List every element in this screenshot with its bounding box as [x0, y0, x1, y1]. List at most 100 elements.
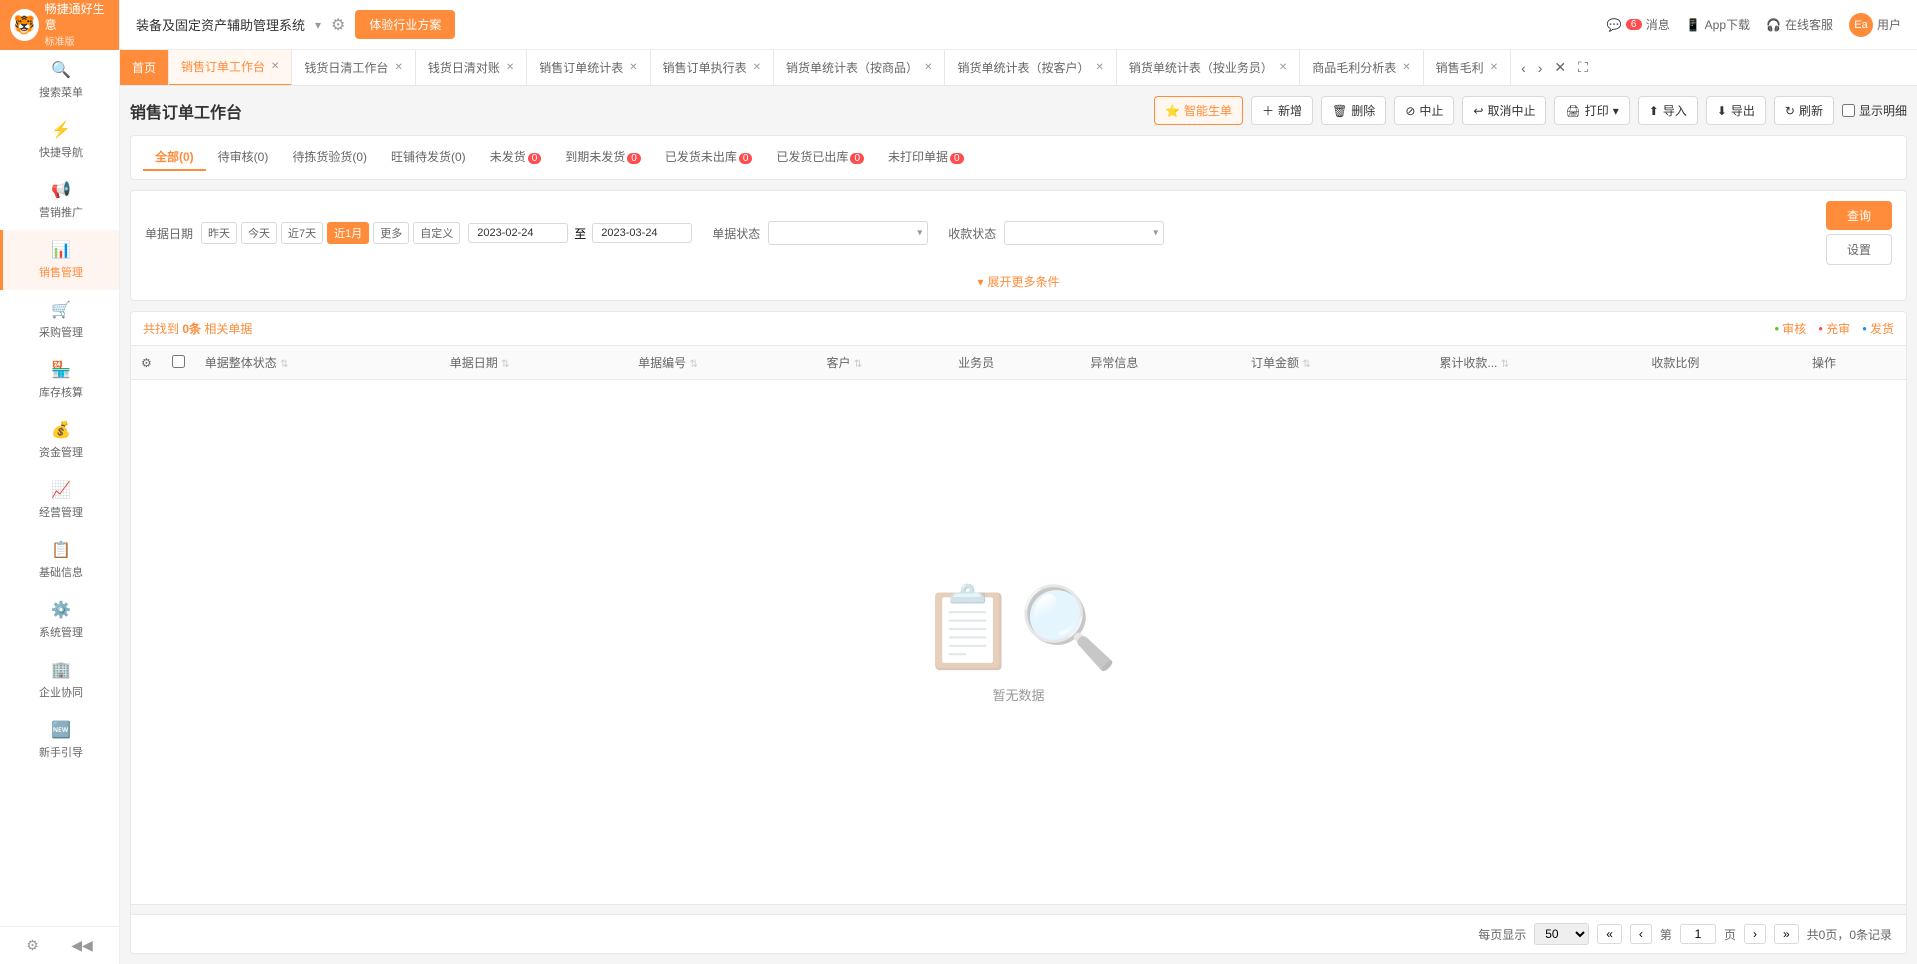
tab-cash-reconcile[interactable]: 钱货日清对账 ✕ — [416, 50, 527, 86]
collapse-icon[interactable]: ◀◀ — [71, 937, 93, 954]
sidebar-item-search[interactable]: 🔍 搜索菜单 — [0, 50, 119, 110]
sort-icon[interactable]: ⇅ — [854, 359, 862, 370]
show-detail-label[interactable]: 显示明细 — [1842, 102, 1907, 119]
col-checkbox[interactable] — [162, 346, 195, 380]
filter-tab-shipped-not-out[interactable]: 已发货未出库0 — [653, 144, 765, 171]
yesterday-btn[interactable]: 昨天 — [201, 222, 237, 244]
expand-conditions-button[interactable]: ▾ 展开更多条件 — [977, 273, 1059, 290]
tab-close-all-icon[interactable]: ✕ — [1550, 57, 1570, 78]
page-size-select[interactable]: 10 20 50 100 — [1534, 923, 1589, 945]
today-btn[interactable]: 今天 — [241, 222, 277, 244]
tab-nav-next-icon[interactable]: › — [1534, 58, 1547, 78]
last7-btn[interactable]: 近7天 — [281, 222, 323, 244]
tab-close-icon[interactable]: ✕ — [506, 62, 514, 73]
sidebar-item-quick-nav[interactable]: ⚡ 快捷导航 — [0, 110, 119, 170]
custom-btn[interactable]: 自定义 — [413, 222, 460, 244]
print-button[interactable]: 🖨 打印 ▾ — [1554, 96, 1629, 125]
tab-close-icon[interactable]: ✕ — [1490, 62, 1498, 73]
tab-sales-workbench[interactable]: 销售订单工作台 ✕ — [169, 50, 292, 86]
last-month-btn[interactable]: 近1月 — [327, 222, 369, 244]
sidebar-item-system[interactable]: ⚙️ 系统管理 — [0, 590, 119, 650]
delete-button[interactable]: 🗑 删除 — [1321, 96, 1386, 125]
sidebar-item-operations[interactable]: 📈 经营管理 — [0, 470, 119, 530]
tab-sales-by-product[interactable]: 销货单统计表（按商品） ✕ — [774, 50, 945, 86]
show-detail-checkbox[interactable] — [1842, 104, 1855, 117]
withdraw-button[interactable]: 充审 — [1818, 320, 1850, 337]
tab-sales-by-staff[interactable]: 销货单统计表（按业务员） ✕ — [1117, 50, 1300, 86]
cancel-icon: ↩ — [1473, 104, 1483, 118]
tab-gross-margin[interactable]: 商品毛利分析表 ✕ — [1300, 50, 1423, 86]
tab-label: 钱货日清工作台 — [304, 59, 388, 76]
col-settings[interactable]: ⚙ — [131, 346, 162, 380]
audit-button[interactable]: 审核 — [1774, 320, 1806, 337]
tab-close-icon[interactable]: ✕ — [629, 62, 637, 73]
smart-generate-button[interactable]: ⭐ 智能生单 — [1154, 96, 1243, 125]
prev-page-button[interactable]: ‹ — [1630, 924, 1652, 944]
sort-icon[interactable]: ⇅ — [1501, 359, 1509, 370]
tab-maximize-icon[interactable]: ⛶ — [1574, 57, 1592, 78]
tab-sales-profit[interactable]: 销售毛利 ✕ — [1424, 50, 1511, 86]
filter-tab-all[interactable]: 全部(0) — [143, 144, 206, 171]
tab-sales-stats[interactable]: 销售订单统计表 ✕ — [527, 50, 650, 86]
sidebar-item-finance[interactable]: 💰 资金管理 — [0, 410, 119, 470]
import-button[interactable]: ⬆ 导入 — [1638, 96, 1698, 125]
sidebar-item-basic-info[interactable]: 📋 基础信息 — [0, 530, 119, 590]
filter-tab-overdue-unshipped[interactable]: 到期未发货0 — [553, 144, 653, 171]
sort-icon[interactable]: ⇅ — [280, 359, 288, 370]
tab-cash-daily[interactable]: 钱货日清工作台 ✕ — [292, 50, 415, 86]
query-button[interactable]: 查询 — [1826, 201, 1892, 230]
sidebar-item-inventory[interactable]: 🏪 库存核算 — [0, 350, 119, 410]
sort-icon[interactable]: ⇅ — [690, 359, 698, 370]
dropdown-arrow-icon[interactable]: ▾ — [315, 18, 321, 32]
select-all-checkbox[interactable] — [172, 355, 185, 368]
tab-nav-prev-icon[interactable]: ‹ — [1517, 58, 1530, 78]
tab-close-icon[interactable]: ✕ — [271, 61, 279, 72]
tab-sales-exec[interactable]: 销售订单执行表 ✕ — [651, 50, 774, 86]
page-number-input[interactable] — [1680, 924, 1716, 944]
cancel-stop-button[interactable]: ↩ 取消中止 — [1462, 96, 1546, 125]
stop-button[interactable]: ⊘ 中止 — [1394, 96, 1454, 125]
message-action[interactable]: 💬 6 消息 — [1607, 16, 1670, 33]
status-select[interactable] — [768, 221, 928, 245]
add-button[interactable]: ＋ 新增 — [1251, 96, 1313, 125]
sidebar-item-purchase[interactable]: 🛒 采购管理 — [0, 290, 119, 350]
tab-close-icon[interactable]: ✕ — [924, 62, 932, 73]
filter-tab-unshipped[interactable]: 未发货0 — [478, 144, 554, 171]
settings-gear-icon[interactable]: ⚙ — [26, 937, 39, 954]
solution-button[interactable]: 体验行业方案 — [355, 10, 455, 39]
first-page-button[interactable]: « — [1597, 924, 1622, 944]
filter-tab-pending-review[interactable]: 待审核(0) — [206, 144, 281, 171]
refresh-button[interactable]: ↻ 刷新 — [1774, 96, 1834, 125]
more-btn[interactable]: 更多 — [373, 222, 409, 244]
tab-sales-by-customer[interactable]: 销货单统计表（按客户） ✕ — [945, 50, 1116, 86]
horizontal-scrollbar[interactable] — [131, 904, 1906, 914]
tab-close-icon[interactable]: ✕ — [394, 62, 402, 73]
tab-close-icon[interactable]: ✕ — [1095, 62, 1103, 73]
payment-select[interactable] — [1004, 221, 1164, 245]
filter-tab-wangpu-ship[interactable]: 旺铺待发货(0) — [379, 144, 478, 171]
date-to-input[interactable] — [592, 223, 692, 243]
sidebar-item-guide[interactable]: 🆕 新手引导 — [0, 710, 119, 770]
filter-tab-pending-inspect[interactable]: 待拣货验货(0) — [280, 144, 379, 171]
date-from-input[interactable] — [468, 223, 568, 243]
sort-icon[interactable]: ⇅ — [1302, 359, 1310, 370]
ship-button[interactable]: 发货 — [1862, 320, 1894, 337]
filter-tab-shipped-out[interactable]: 已发货已出库0 — [764, 144, 876, 171]
sidebar-item-sales[interactable]: 📊 销售管理 — [0, 230, 119, 290]
tab-close-icon[interactable]: ✕ — [1402, 62, 1410, 73]
sidebar-item-marketing[interactable]: 📢 营销推广 — [0, 170, 119, 230]
tab-home[interactable]: 首页 — [120, 50, 169, 86]
filter-tab-unprinted[interactable]: 未打印单据0 — [876, 144, 976, 171]
tab-close-icon[interactable]: ✕ — [753, 62, 761, 73]
app-download-action[interactable]: 📱 App下载 — [1686, 16, 1750, 33]
sort-icon[interactable]: ⇅ — [501, 359, 509, 370]
last-page-button[interactable]: » — [1774, 924, 1799, 944]
sidebar-item-enterprise[interactable]: 🏢 企业协同 — [0, 650, 119, 710]
online-service-action[interactable]: 🎧 在线客服 — [1766, 16, 1833, 33]
topbar-settings-icon[interactable]: ⚙ — [331, 15, 345, 35]
user-action[interactable]: Ea 用户 — [1849, 13, 1901, 37]
next-page-button[interactable]: › — [1744, 924, 1766, 944]
setting-button[interactable]: 设置 — [1826, 234, 1892, 265]
export-button[interactable]: ⬇ 导出 — [1706, 96, 1766, 125]
tab-close-icon[interactable]: ✕ — [1279, 62, 1287, 73]
